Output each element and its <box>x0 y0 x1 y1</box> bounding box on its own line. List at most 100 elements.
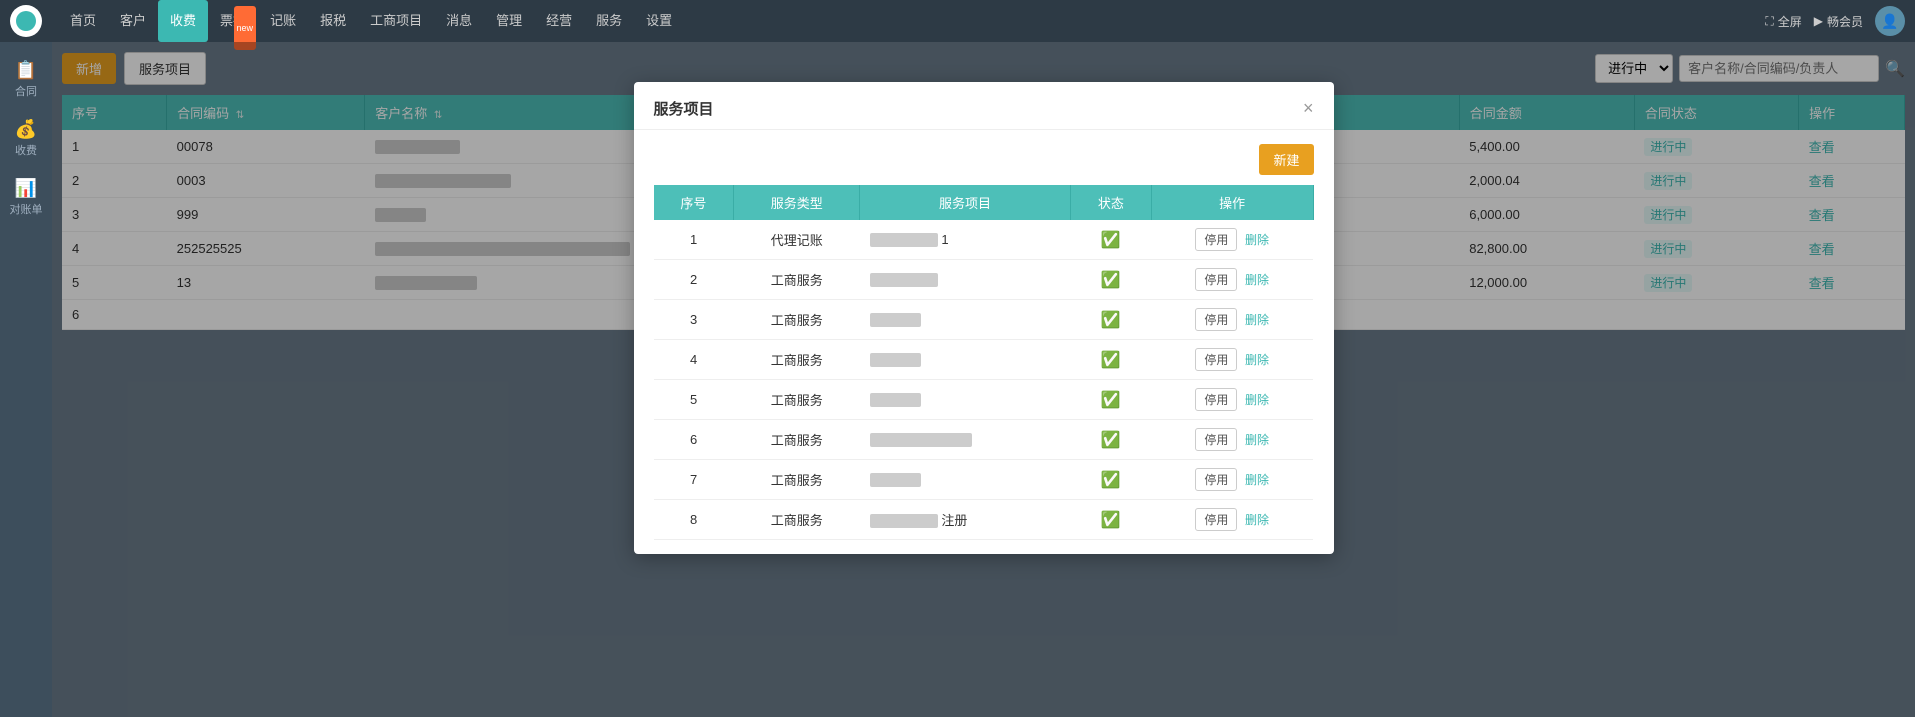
modal-cell-type: 工商服务 <box>734 260 860 300</box>
stop-button[interactable]: 停用 <box>1195 388 1237 411</box>
modal-cell-type: 工商服务 <box>734 380 860 420</box>
list-item: 6 工商服务 ████████████ ✅ 停用 删除 <box>654 420 1314 460</box>
modal-table-wrap: 序号 服务类型 服务项目 状态 操作 1 代理记账 <box>654 185 1314 540</box>
modal-cell-item: ██████ <box>860 300 1071 340</box>
stop-button[interactable]: 停用 <box>1195 428 1237 451</box>
vip-button[interactable]: ▶ 畅会员 <box>1814 13 1863 30</box>
list-item: 5 工商服务 ██████ ✅ 停用 删除 <box>654 380 1314 420</box>
modal-cell-type: 工商服务 <box>734 460 860 500</box>
modal-cell-seq: 4 <box>654 340 734 380</box>
modal-header: 服务项目 × <box>634 82 1334 130</box>
sidebar-contract-label: 合同 <box>6 83 46 99</box>
modal-cell-action[interactable]: 停用 删除 <box>1151 260 1313 300</box>
nav-message[interactable]: 消息 <box>434 0 484 42</box>
modal-cell-item: ██████ <box>860 460 1071 500</box>
modal-col-action: 操作 <box>1151 185 1313 220</box>
main-layout: 📋 合同 💰 收费 📊 对账单 新增 服务项目 进行中 已完成 已终止 <box>0 42 1915 717</box>
modal-col-status: 状态 <box>1070 185 1151 220</box>
avatar[interactable]: 👤 <box>1875 6 1905 36</box>
modal-cell-seq: 1 <box>654 220 734 260</box>
stop-button[interactable]: 停用 <box>1195 268 1237 291</box>
modal-cell-status: ✅ <box>1070 500 1151 540</box>
delete-button[interactable]: 删除 <box>1245 511 1269 528</box>
modal-cell-item: ██████ <box>860 380 1071 420</box>
status-check-icon: ✅ <box>1101 472 1121 489</box>
modal-cell-status: ✅ <box>1070 260 1151 300</box>
delete-button[interactable]: 删除 <box>1245 431 1269 448</box>
nav-home[interactable]: 首页 <box>58 0 108 42</box>
top-nav-right: ⛶ 全屏 ▶ 畅会员 👤 <box>1765 6 1905 36</box>
list-item: 7 工商服务 ██████ ✅ 停用 删除 <box>654 460 1314 500</box>
modal-cell-seq: 8 <box>654 500 734 540</box>
fullscreen-button[interactable]: ⛶ 全屏 <box>1765 13 1801 30</box>
contract-icon: 📋 <box>6 60 46 81</box>
delete-button[interactable]: 删除 <box>1245 311 1269 328</box>
modal-cell-action[interactable]: 停用 删除 <box>1151 460 1313 500</box>
status-check-icon: ✅ <box>1101 232 1121 249</box>
modal-close-button[interactable]: × <box>1303 98 1314 119</box>
list-item: 1 代理记账 ████████ 1 ✅ 停用 删除 <box>654 220 1314 260</box>
modal-cell-seq: 5 <box>654 380 734 420</box>
modal-cell-item: ████████████ <box>860 420 1071 460</box>
modal-cell-seq: 2 <box>654 260 734 300</box>
nav-operation[interactable]: 经营 <box>534 0 584 42</box>
delete-button[interactable]: 删除 <box>1245 351 1269 368</box>
nav-settings[interactable]: 设置 <box>634 0 684 42</box>
list-item: 8 工商服务 ████████ 注册 ✅ 停用 删除 <box>654 500 1314 540</box>
nav-invoice[interactable]: 票据 new <box>208 0 258 42</box>
nav-business[interactable]: 工商项目 <box>358 0 434 42</box>
nav-manage[interactable]: 管理 <box>484 0 534 42</box>
modal-toolbar: 新建 <box>654 144 1314 175</box>
reconcile-icon: 📊 <box>6 178 46 199</box>
modal-col-seq: 序号 <box>654 185 734 220</box>
status-check-icon: ✅ <box>1101 272 1121 289</box>
logo <box>10 5 42 37</box>
stop-button[interactable]: 停用 <box>1195 468 1237 491</box>
logo-icon <box>16 11 36 31</box>
service-items-table: 序号 服务类型 服务项目 状态 操作 1 代理记账 <box>654 185 1314 540</box>
modal-cell-item: ████████ <box>860 260 1071 300</box>
modal-cell-status: ✅ <box>1070 420 1151 460</box>
nav-fee[interactable]: 收费 <box>158 0 208 42</box>
delete-button[interactable]: 删除 <box>1245 471 1269 488</box>
sidebar-item-fee[interactable]: 💰 收费 <box>2 111 50 166</box>
modal-cell-action[interactable]: 停用 删除 <box>1151 500 1313 540</box>
modal-cell-seq: 6 <box>654 420 734 460</box>
modal-col-item: 服务项目 <box>860 185 1071 220</box>
modal-cell-status: ✅ <box>1070 380 1151 420</box>
delete-button[interactable]: 删除 <box>1245 391 1269 408</box>
status-check-icon: ✅ <box>1101 512 1121 529</box>
delete-button[interactable]: 删除 <box>1245 231 1269 248</box>
stop-button[interactable]: 停用 <box>1195 228 1237 251</box>
nav-bookkeeping[interactable]: 记账 <box>258 0 308 42</box>
modal-cell-action[interactable]: 停用 删除 <box>1151 380 1313 420</box>
nav-customer[interactable]: 客户 <box>108 0 158 42</box>
stop-button[interactable]: 停用 <box>1195 348 1237 371</box>
avatar-icon: 👤 <box>1881 13 1898 30</box>
modal-cell-item: ████████ 1 <box>860 220 1071 260</box>
modal-cell-status: ✅ <box>1070 460 1151 500</box>
fullscreen-icon: ⛶ <box>1765 14 1773 29</box>
stop-button[interactable]: 停用 <box>1195 508 1237 531</box>
delete-button[interactable]: 删除 <box>1245 271 1269 288</box>
modal-cell-action[interactable]: 停用 删除 <box>1151 420 1313 460</box>
modal-cell-action[interactable]: 停用 删除 <box>1151 340 1313 380</box>
modal-new-button[interactable]: 新建 <box>1259 144 1313 175</box>
nav-tax[interactable]: 报税 <box>308 0 358 42</box>
modal-cell-status: ✅ <box>1070 340 1151 380</box>
modal-cell-action[interactable]: 停用 删除 <box>1151 300 1313 340</box>
modal-cell-type: 工商服务 <box>734 420 860 460</box>
sidebar-item-contract[interactable]: 📋 合同 <box>2 52 50 107</box>
modal-cell-type: 工商服务 <box>734 300 860 340</box>
modal-cell-action[interactable]: 停用 删除 <box>1151 220 1313 260</box>
modal-cell-type: 工商服务 <box>734 340 860 380</box>
sidebar-item-reconcile[interactable]: 📊 对账单 <box>2 170 50 225</box>
nav-service[interactable]: 服务 <box>584 0 634 42</box>
modal-cell-seq: 7 <box>654 460 734 500</box>
modal-cell-item: ██████ <box>860 340 1071 380</box>
vip-icon: ▶ <box>1814 14 1823 28</box>
main-content: 新增 服务项目 进行中 已完成 已终止 🔍 序号 合同编码 ⇅ <box>52 42 1915 717</box>
stop-button[interactable]: 停用 <box>1195 308 1237 331</box>
status-check-icon: ✅ <box>1101 312 1121 329</box>
modal-cell-seq: 3 <box>654 300 734 340</box>
